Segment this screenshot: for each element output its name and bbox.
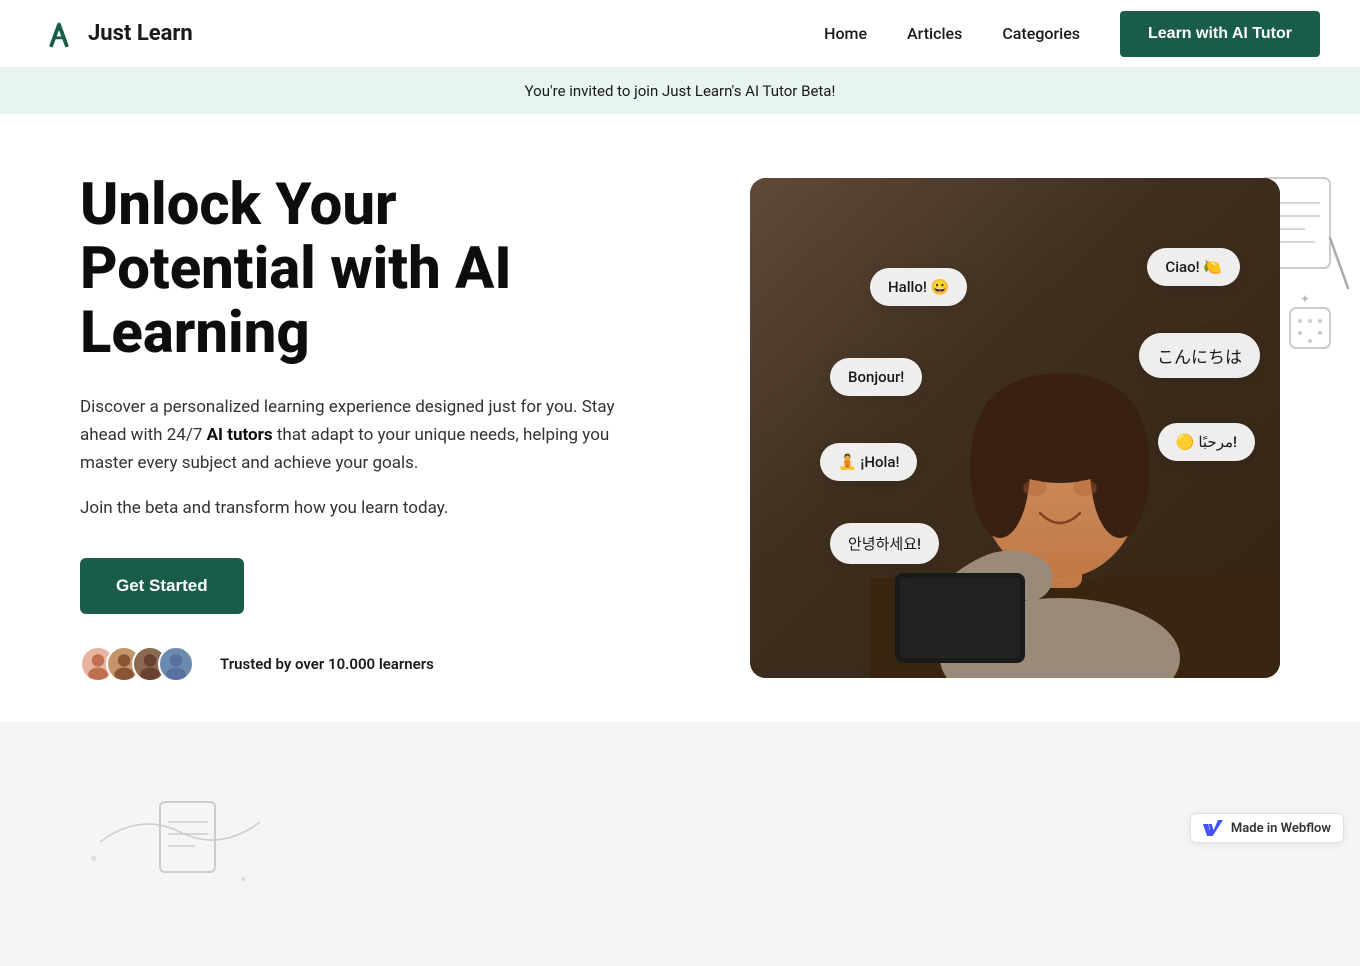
svg-text:●: ● bbox=[90, 851, 97, 865]
logo-icon bbox=[40, 15, 78, 53]
hero-section: Unlock Your Potential with AI Learning D… bbox=[0, 114, 1360, 722]
bubble-arabic: 🟡 مرحبًا! bbox=[1158, 423, 1255, 461]
hero-desc-bold: AI tutors bbox=[207, 425, 273, 445]
avatars-group bbox=[80, 646, 194, 682]
bubble-korean: 안녕하세요! bbox=[830, 523, 939, 564]
webflow-badge[interactable]: Made in Webflow bbox=[1190, 813, 1344, 843]
logo-link[interactable]: Just Learn bbox=[40, 15, 193, 53]
announcement-banner: You're invited to join Just Learn's AI T… bbox=[0, 68, 1360, 114]
hero-image: Hallo! 😀 Ciao! 🍋 Bonjour! こんにちは 🧘 ¡Hola!… bbox=[750, 178, 1280, 678]
trust-row: Trusted by over 10.000 learners bbox=[80, 646, 640, 682]
deco-bottom-left: ● ● bbox=[80, 782, 340, 902]
logo-text: Just Learn bbox=[88, 21, 193, 46]
bubble-hola: 🧘 ¡Hola! bbox=[820, 443, 917, 481]
nav-categories[interactable]: Categories bbox=[1002, 24, 1080, 43]
navbar: Just Learn Home Articles Categories Lear… bbox=[0, 0, 1360, 68]
hero-subtitle: Join the beta and transform how you lear… bbox=[80, 494, 640, 522]
svg-text:✦: ✦ bbox=[1300, 292, 1310, 306]
webflow-badge-text: Made in Webflow bbox=[1231, 821, 1331, 836]
nav-cta-button[interactable]: Learn with AI Tutor bbox=[1120, 11, 1320, 57]
bubble-ciao: Ciao! 🍋 bbox=[1147, 248, 1240, 286]
get-started-button[interactable]: Get Started bbox=[80, 558, 244, 614]
bubble-bonjour: Bonjour! bbox=[830, 358, 922, 396]
bubble-konnichiwa: こんにちは bbox=[1139, 333, 1260, 378]
hero-description: Discover a personalized learning experie… bbox=[80, 393, 640, 477]
hero-left: Unlock Your Potential with AI Learning D… bbox=[80, 174, 640, 682]
svg-text:●: ● bbox=[240, 874, 246, 885]
nav-home[interactable]: Home bbox=[824, 24, 867, 43]
nav-links: Home Articles Categories Learn with AI T… bbox=[824, 11, 1320, 57]
webflow-logo-icon bbox=[1203, 820, 1223, 836]
hero-right: ✦ ✦ ✦ bbox=[750, 178, 1280, 678]
banner-text: You're invited to join Just Learn's AI T… bbox=[525, 82, 836, 100]
trust-text: Trusted by over 10.000 learners bbox=[220, 655, 434, 673]
bubble-hallo: Hallo! 😀 bbox=[870, 268, 967, 306]
hero-title: Unlock Your Potential with AI Learning bbox=[80, 174, 640, 365]
avatar-4 bbox=[158, 646, 194, 682]
bottom-teaser: ● ● bbox=[0, 722, 1360, 966]
nav-articles[interactable]: Articles bbox=[907, 24, 962, 43]
